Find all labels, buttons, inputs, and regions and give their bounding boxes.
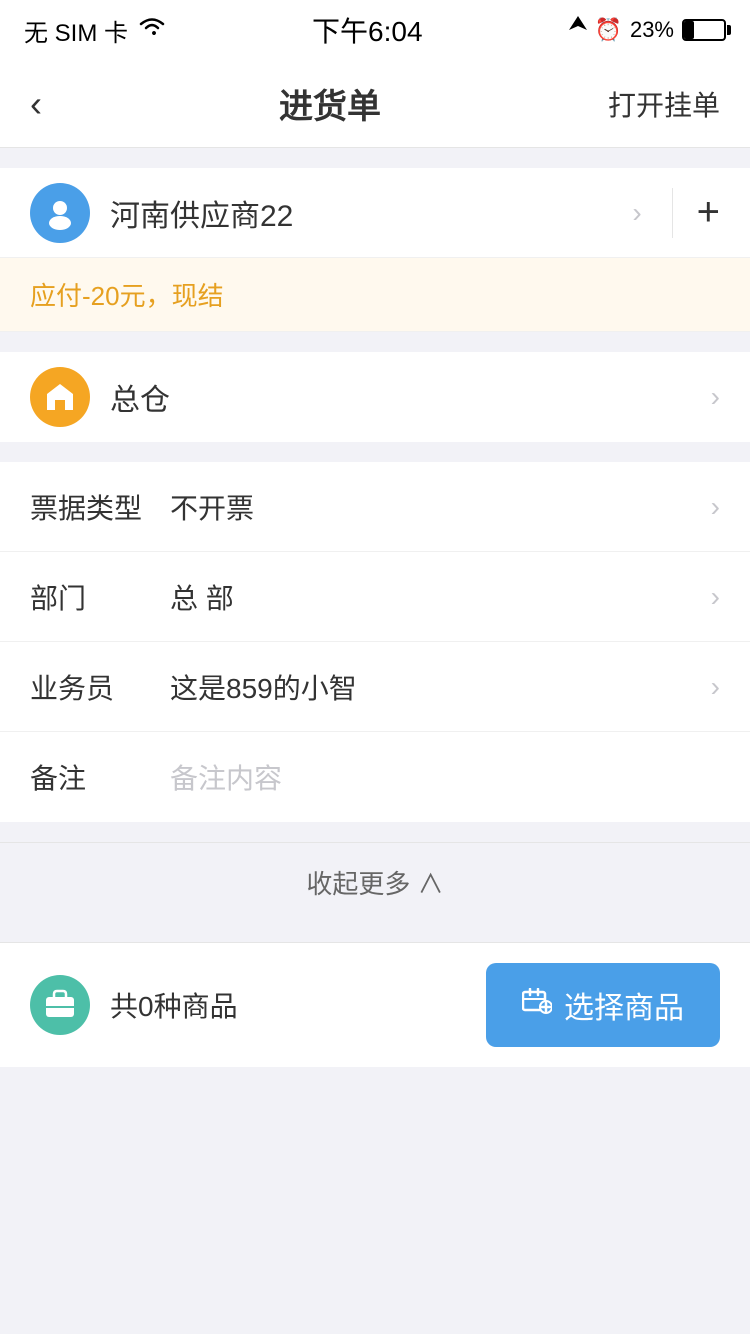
ticket-type-chevron-icon: › xyxy=(711,491,720,523)
warehouse-chevron-icon: › xyxy=(711,381,720,413)
product-icon xyxy=(30,975,90,1035)
battery-icon xyxy=(682,19,726,41)
ticket-type-row[interactable]: 票据类型 不开票 › xyxy=(0,462,750,552)
salesperson-label: 业务员 xyxy=(30,667,170,707)
department-chevron-icon: › xyxy=(711,581,720,613)
status-bar: 无 SIM 卡 下午6:04 ⏰ 23% xyxy=(0,0,750,60)
ticket-type-label: 票据类型 xyxy=(30,487,170,527)
carrier-label: 无 SIM 卡 xyxy=(24,13,128,48)
vertical-divider xyxy=(672,188,673,238)
department-value: 总 部 xyxy=(170,577,711,617)
supplier-card: 河南供应商22 › + 应付-20元，现结 xyxy=(0,168,750,332)
status-left: 无 SIM 卡 xyxy=(24,13,166,48)
form-section: 票据类型 不开票 › 部门 总 部 › 业务员 这是859的小智 › 备注 备注… xyxy=(0,462,750,822)
remark-row[interactable]: 备注 备注内容 xyxy=(0,732,750,822)
warehouse-row[interactable]: 总仓 › xyxy=(0,352,750,442)
bottom-bar: 共0种商品 选择商品 xyxy=(0,942,750,1067)
open-pending-button[interactable]: 打开挂单 xyxy=(608,84,720,124)
warehouse-name: 总仓 xyxy=(110,375,711,419)
add-supplier-button[interactable]: + xyxy=(697,190,720,235)
salesperson-value: 这是859的小智 xyxy=(170,667,711,707)
department-row[interactable]: 部门 总 部 › xyxy=(0,552,750,642)
battery-percent: 23% xyxy=(630,17,674,43)
back-button[interactable]: ‹ xyxy=(30,73,52,135)
notice-text: 应付-20元，现结 xyxy=(30,281,224,311)
supplier-name: 河南供应商22 xyxy=(110,191,632,235)
select-product-button[interactable]: 选择商品 xyxy=(486,963,720,1047)
select-product-label: 选择商品 xyxy=(564,983,684,1027)
salesperson-row[interactable]: 业务员 这是859的小智 › xyxy=(0,642,750,732)
salesperson-chevron-icon: › xyxy=(711,671,720,703)
warehouse-icon xyxy=(30,367,90,427)
select-product-icon xyxy=(522,988,552,1022)
page-title: 进货单 xyxy=(279,79,381,128)
notice-banner: 应付-20元，现结 xyxy=(0,258,750,332)
remark-label: 备注 xyxy=(30,757,170,797)
remark-placeholder: 备注内容 xyxy=(170,757,720,797)
location-icon xyxy=(569,16,587,44)
section-gap-1 xyxy=(0,148,750,168)
nav-bar: ‹ 进货单 打开挂单 xyxy=(0,60,750,148)
ticket-type-value: 不开票 xyxy=(170,487,711,527)
supplier-row[interactable]: 河南供应商22 › + xyxy=(0,168,750,258)
status-time: 下午6:04 xyxy=(312,10,423,50)
product-count-label: 共0种商品 xyxy=(110,985,486,1025)
wifi-icon xyxy=(138,16,166,44)
collapse-label: 收起更多 ∧ xyxy=(306,864,443,901)
supplier-chevron-icon: › xyxy=(632,197,641,229)
alarm-icon: ⏰ xyxy=(595,17,622,43)
collapse-button[interactable]: 收起更多 ∧ xyxy=(0,842,750,922)
department-label: 部门 xyxy=(30,577,170,617)
supplier-avatar xyxy=(30,183,90,243)
status-right: ⏰ 23% xyxy=(569,16,726,44)
